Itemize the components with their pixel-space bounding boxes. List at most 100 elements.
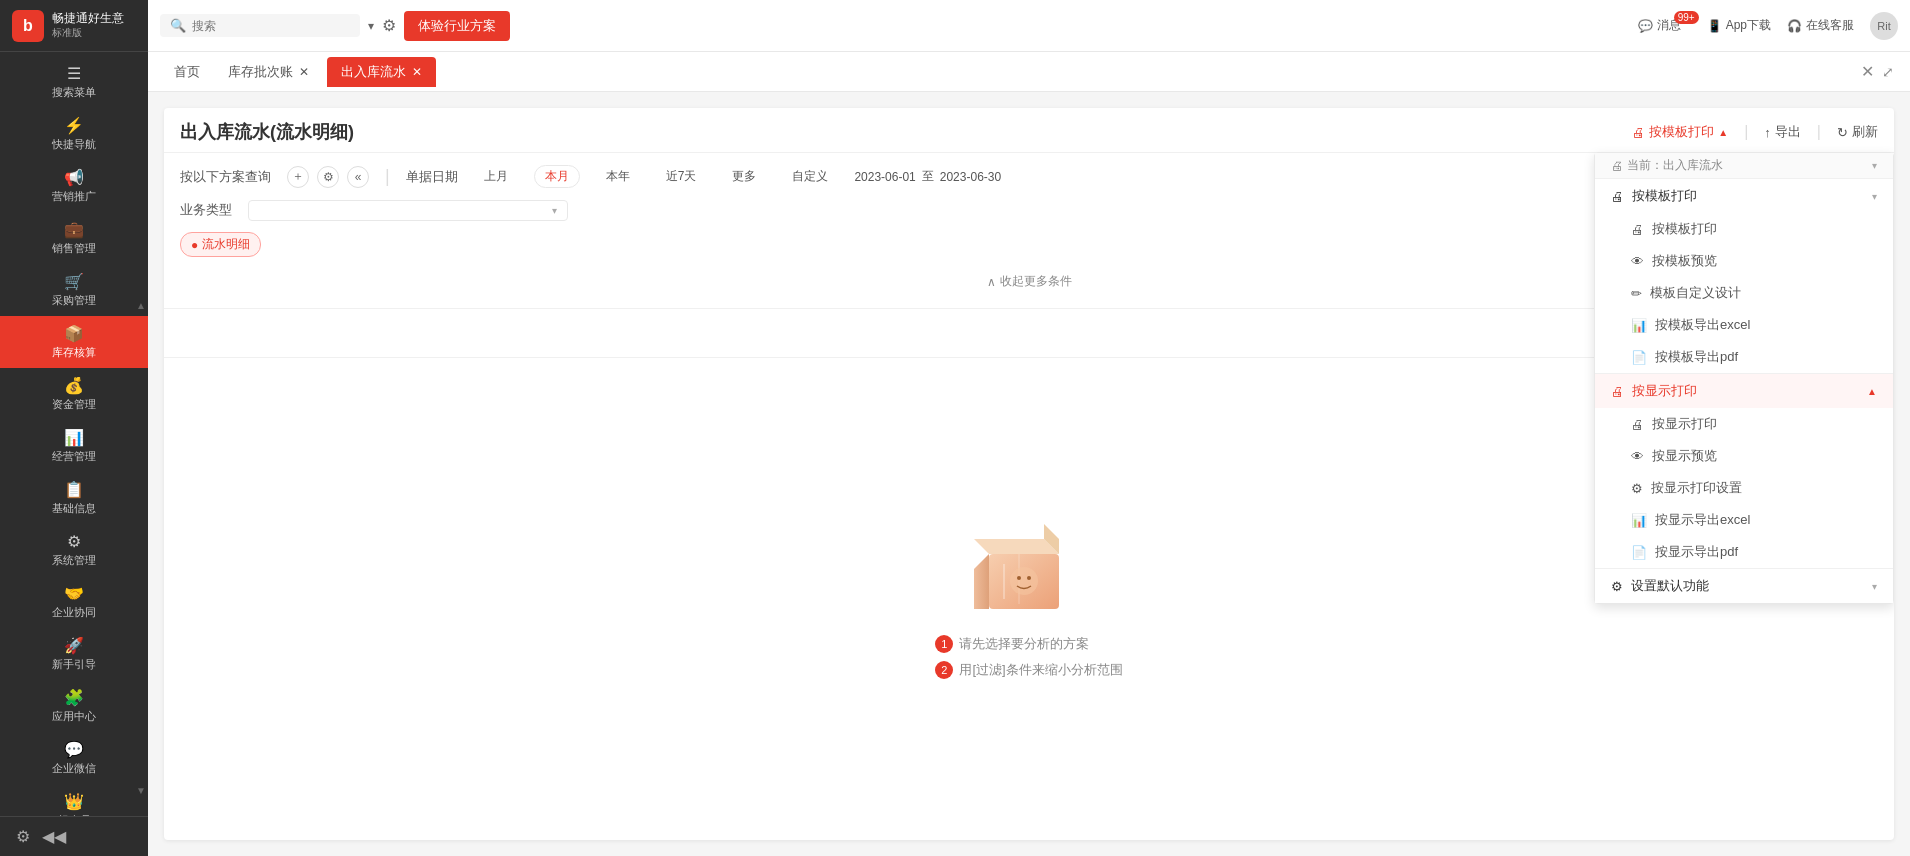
sidebar-item-guide[interactable]: 🚀 新手引导: [0, 628, 148, 680]
set-default-section-header[interactable]: ⚙ 设置默认功能 ▾: [1595, 569, 1893, 603]
tab-batch-account-close[interactable]: ✕: [299, 65, 309, 79]
dropdown-current-row: 🖨 当前：出入库流水 ▾: [1595, 153, 1893, 178]
online-service-label: 在线客服: [1806, 17, 1854, 34]
tab-home[interactable]: 首页: [164, 57, 210, 87]
date-option-this-year[interactable]: 本年: [596, 166, 640, 187]
filter-settings-btn[interactable]: ⚙: [317, 166, 339, 188]
date-option-custom[interactable]: 自定义: [782, 166, 838, 187]
main-area: 🔍 ▾ ⚙ 体验行业方案 💬 消息 99+ 📱 App下载 🎧 在线客服: [148, 0, 1910, 856]
date-option-this-month[interactable]: 本月: [534, 165, 580, 188]
user-profile[interactable]: Rit: [1870, 12, 1898, 40]
sidebar-label-finance: 资金管理: [52, 397, 96, 412]
business-type-select[interactable]: ▾: [248, 200, 568, 221]
sidebar-label-member: 畅会员: [58, 813, 91, 816]
sidebar-item-marketing[interactable]: 📢 营销推广: [0, 160, 148, 212]
selected-scheme-tag[interactable]: ● 流水明细: [180, 232, 261, 257]
headset-icon: 🎧: [1787, 19, 1802, 33]
print-template-btn[interactable]: 🖨 按模板打印 ▲: [1632, 123, 1728, 141]
dropdown-item-template-custom[interactable]: ✏ 模板自定义设计: [1595, 277, 1893, 309]
sidebar-item-cooperation[interactable]: 🤝 企业协同: [0, 576, 148, 628]
filter-collapse-left-btn[interactable]: «: [347, 166, 369, 188]
tab-flow[interactable]: 出入库流水 ✕: [327, 57, 436, 87]
trial-btn[interactable]: 体验行业方案: [404, 11, 510, 41]
sidebar-label-cooperation: 企业协同: [52, 605, 96, 620]
sidebar-item-wechat[interactable]: 💬 企业微信: [0, 732, 148, 784]
sidebar-item-basics[interactable]: 📋 基础信息: [0, 472, 148, 524]
dropdown-item-display-print-settings[interactable]: ⚙ 按显示打印设置: [1595, 472, 1893, 504]
display-preview-icon: 👁: [1631, 449, 1644, 464]
dropdown-item-template-export-pdf[interactable]: 📄 按模板导出pdf: [1595, 341, 1893, 373]
search-menu-icon: ☰: [67, 64, 81, 83]
display-print-item-icon: 🖨: [1631, 417, 1644, 432]
dropdown-item-display-preview[interactable]: 👁 按显示预览: [1595, 440, 1893, 472]
date-option-7days[interactable]: 近7天: [656, 166, 707, 187]
sidebar-item-appstore[interactable]: 🧩 应用中心: [0, 680, 148, 732]
tab-flow-close[interactable]: ✕: [412, 65, 422, 79]
sidebar-item-system[interactable]: ⚙ 系统管理: [0, 524, 148, 576]
template-print-section-header[interactable]: 🖨 按模板打印 ▾: [1595, 179, 1893, 213]
messages-btn[interactable]: 💬 消息 99+: [1638, 17, 1691, 34]
header-gear-icon[interactable]: ⚙: [382, 16, 396, 35]
tab-bar: 首页 库存批次账 ✕ 出入库流水 ✕ ✕ ⤢: [148, 52, 1910, 92]
sidebar-item-search-menu[interactable]: ☰ 搜索菜单: [0, 56, 148, 108]
chevron-up-icon2: ∧: [987, 275, 996, 289]
set-default-section-label: ⚙ 设置默认功能: [1611, 577, 1709, 595]
filter-separator: |: [385, 166, 390, 187]
dropdown-item-template-print[interactable]: 🖨 按模板打印: [1595, 213, 1893, 245]
logo-sub: 标准版: [52, 26, 124, 40]
filter-query-label: 按以下方案查询: [180, 168, 271, 186]
sidebar-label-purchase: 采购管理: [52, 293, 96, 308]
sidebar-item-inventory[interactable]: 📦 库存核算: [0, 316, 148, 368]
sidebar-item-purchase[interactable]: 🛒 采购管理: [0, 264, 148, 316]
dropdown-item-display-export-excel[interactable]: 📊 按显示导出excel: [1595, 504, 1893, 536]
sidebar-label-quick-nav: 快捷导航: [52, 137, 96, 152]
sidebar-item-sales[interactable]: 💼 销售管理: [0, 212, 148, 264]
filter-add-btn[interactable]: ＋: [287, 166, 309, 188]
sidebar-item-finance[interactable]: 💰 资金管理: [0, 368, 148, 420]
refresh-btn[interactable]: ↻ 刷新: [1837, 123, 1878, 141]
display-print-section-header[interactable]: 🖨 按显示打印 ▲: [1595, 374, 1893, 408]
date-option-more[interactable]: 更多: [722, 166, 766, 187]
sidebar-item-quick-nav[interactable]: ⚡ 快捷导航: [0, 108, 148, 160]
dropdown-item-template-preview[interactable]: 👁 按模板预览: [1595, 245, 1893, 277]
settings-bottom-icon[interactable]: ⚙: [16, 827, 30, 846]
system-icon: ⚙: [67, 532, 81, 551]
current-arrow: ▾: [1872, 160, 1877, 171]
message-icon: 💬: [1638, 19, 1653, 33]
collapse-sidebar-icon[interactable]: ◀◀: [42, 827, 66, 846]
date-option-last-month[interactable]: 上月: [474, 166, 518, 187]
sidebar-item-operation[interactable]: 📊 经营管理: [0, 420, 148, 472]
tab-batch-account[interactable]: 库存批次账 ✕: [214, 57, 323, 87]
page-maximize-btn[interactable]: ⤢: [1882, 64, 1894, 80]
page-title: 出入库流水(流水明细): [180, 120, 354, 144]
dropdown-item-template-export-excel[interactable]: 📊 按模板导出excel: [1595, 309, 1893, 341]
online-service-btn[interactable]: 🎧 在线客服: [1787, 17, 1854, 34]
page-content: 出入库流水(流水明细) 🖨 按模板打印 ▲ | ↑ 导出 | ↻: [148, 92, 1910, 856]
export-btn[interactable]: ↑ 导出: [1764, 123, 1801, 141]
app-download-btn[interactable]: 📱 App下载: [1707, 17, 1771, 34]
sidebar-item-member[interactable]: 👑 畅会员: [0, 784, 148, 816]
dropdown-item-display-print[interactable]: 🖨 按显示打印: [1595, 408, 1893, 440]
member-icon: 👑: [64, 792, 84, 811]
sidebar-label-system: 系统管理: [52, 553, 96, 568]
sidebar-label-sales: 销售管理: [52, 241, 96, 256]
display-pdf-icon: 📄: [1631, 545, 1647, 560]
tab-batch-account-label: 库存批次账: [228, 63, 293, 81]
empty-steps: 1 请先选择要分析的方案 2 用[过滤]条件来缩小分析范围: [935, 635, 1122, 679]
sidebar-label-search-menu: 搜索菜单: [52, 85, 96, 100]
sidebar-scroll-down[interactable]: ▼: [136, 785, 146, 796]
dropdown-item-display-export-pdf[interactable]: 📄 按显示导出pdf: [1595, 536, 1893, 568]
step-num-2: 2: [935, 661, 953, 679]
sidebar-nav: ☰ 搜索菜单 ⚡ 快捷导航 📢 营销推广 💼 销售管理 🛒 采购管理 📦 库存核…: [0, 52, 148, 816]
sidebar-label-wechat: 企业微信: [52, 761, 96, 776]
search-input[interactable]: [192, 19, 332, 33]
set-default-icon: ⚙: [1611, 579, 1623, 594]
sidebar-bottom: ⚙ ◀◀: [0, 816, 148, 856]
template-excel-icon: 📊: [1631, 318, 1647, 333]
header-search-box[interactable]: 🔍: [160, 14, 360, 37]
sidebar-scroll-up[interactable]: ▲: [136, 300, 146, 311]
page-close-btn[interactable]: ✕: [1861, 62, 1874, 81]
display-excel-icon: 📊: [1631, 513, 1647, 528]
header-dropdown-arrow[interactable]: ▾: [368, 19, 374, 33]
current-icon: 🖨: [1611, 159, 1623, 173]
